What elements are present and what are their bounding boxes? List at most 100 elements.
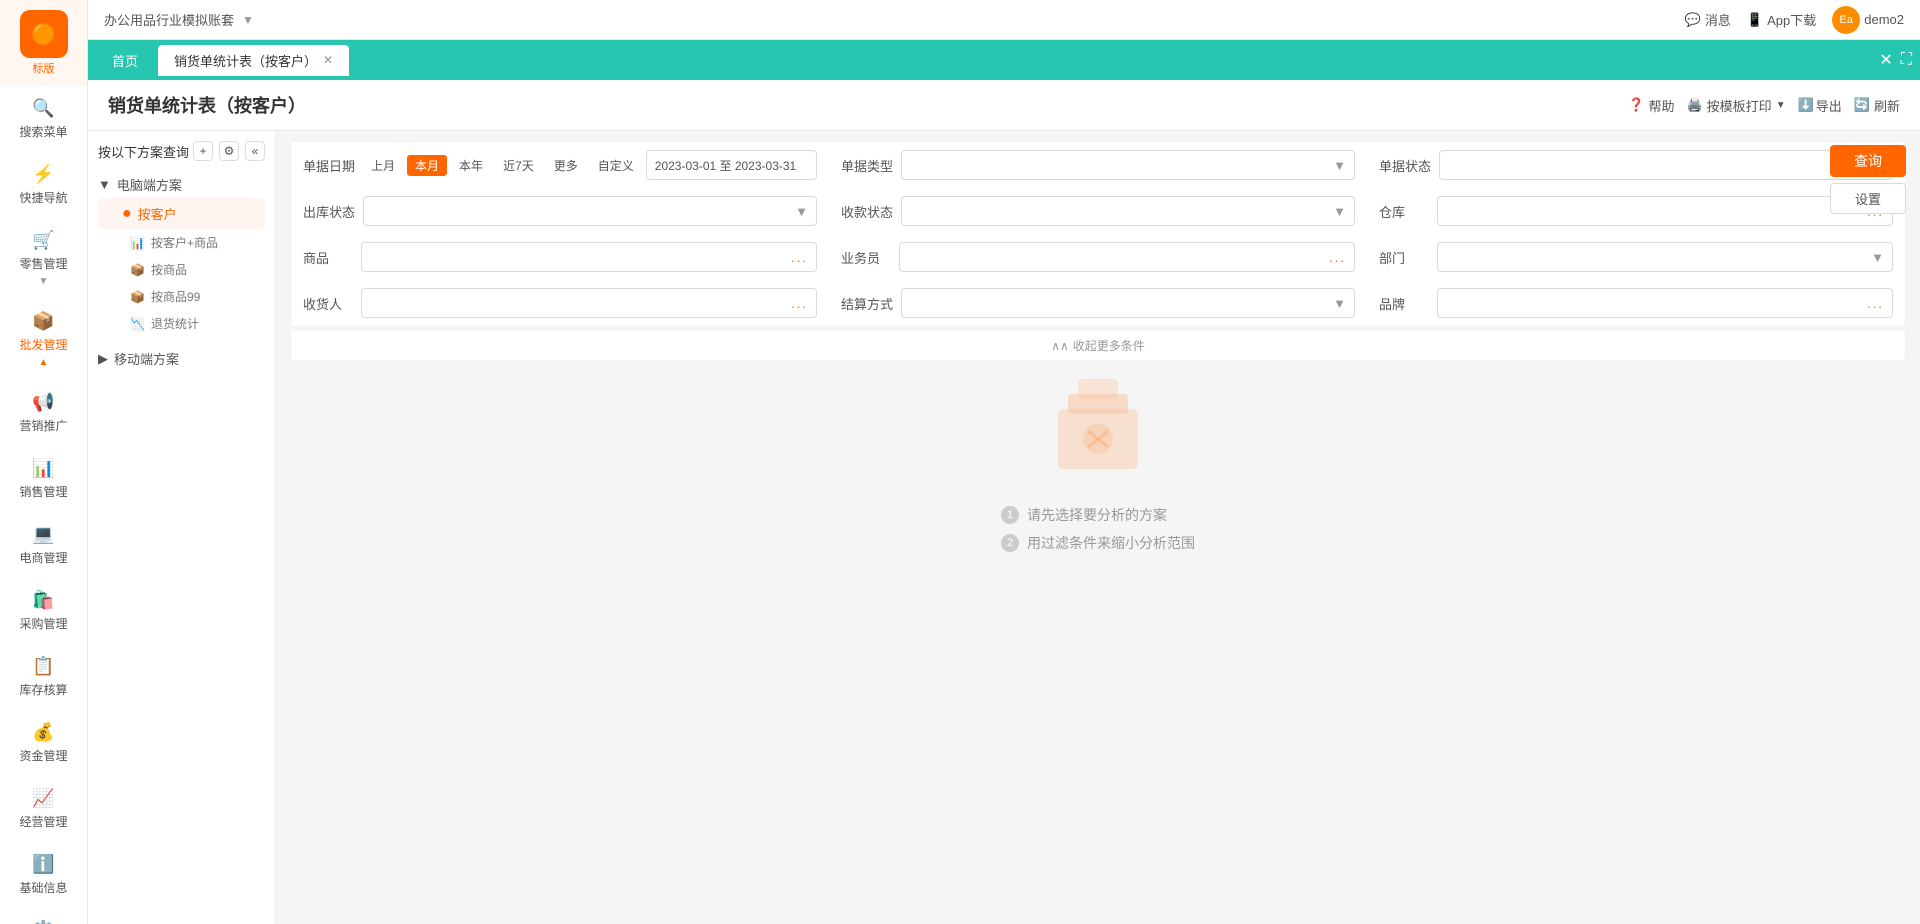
sidebar-item-label: 零售管理 xyxy=(19,255,67,272)
user-menu[interactable]: Ea demo2 xyxy=(1832,6,1904,34)
print-button[interactable]: 🖨️ 按模板打印 ▼ xyxy=(1686,96,1785,115)
chevron-down-icon: ▼ xyxy=(39,276,49,287)
salesperson-dots[interactable]: ... xyxy=(1329,250,1346,265)
topbar-right: 💬 消息 📱 App下载 Ea demo2 xyxy=(1685,6,1904,34)
sidebar-item-quicknav[interactable]: ⚡ 快捷导航 xyxy=(0,152,87,218)
page-actions: ❓ 帮助 🖨️ 按模板打印 ▼ ⬇️ 导出 🔄 刷新 xyxy=(1628,96,1900,127)
sidebar-item-retail[interactable]: 🛒 零售管理 ▼ xyxy=(0,218,87,299)
search-icon: 🔍 xyxy=(32,98,54,119)
username: demo2 xyxy=(1864,12,1904,27)
scheme-group-pc-title[interactable]: ▼ 电脑端方案 xyxy=(98,171,265,198)
sidebar-item-operations[interactable]: 📈 经营管理 xyxy=(0,776,87,842)
doctype-select[interactable]: ▼ xyxy=(901,150,1355,180)
date-pill-7days[interactable]: 近7天 xyxy=(495,155,542,176)
print-icon: 🖨️ xyxy=(1686,97,1702,113)
maximize-icon[interactable]: ⛶ xyxy=(1901,51,1912,69)
refresh-button[interactable]: 🔄 刷新 xyxy=(1854,96,1900,115)
scheme-header: 按以下方案查询 + ⚙ « xyxy=(98,141,265,161)
export-button[interactable]: ⬇️ 导出 xyxy=(1798,96,1842,115)
filter-cell-recvstatus: 收款状态 ▼ xyxy=(829,188,1367,234)
topbar-dropdown-icon[interactable]: ▼ xyxy=(242,13,254,27)
dept-select[interactable]: ▼ xyxy=(1437,242,1893,272)
scheme-subitem-label: 退货统计 xyxy=(151,315,199,332)
tip-text-2: 用过滤条件来缩小分析范围 xyxy=(1027,533,1195,553)
filter-cell-date: 单据日期 上月 本月 本年 近7天 更多 自定义 2023-03-01 至 20… xyxy=(291,142,829,188)
outstatus-arrow: ▼ xyxy=(795,204,808,219)
date-pill-custom[interactable]: 自定义 xyxy=(590,155,642,176)
warehouse-select[interactable]: ... xyxy=(1437,196,1893,226)
message-icon: 💬 xyxy=(1685,12,1701,28)
goods-select[interactable]: ... xyxy=(361,242,817,272)
date-pill-lastmonth[interactable]: 上月 xyxy=(363,155,403,176)
close-window-icon[interactable]: ✕ xyxy=(1879,50,1892,70)
main-area: 办公用品行业模拟账套 ▼ 💬 消息 📱 App下载 Ea demo2 首页 xyxy=(88,0,1920,924)
print-label: 按模板打印 xyxy=(1707,96,1772,115)
sidebar-item-basic[interactable]: ℹ️ 基础信息 xyxy=(0,842,87,908)
settle-select[interactable]: ▼ xyxy=(901,288,1355,318)
date-pill-thismonth[interactable]: 本月 xyxy=(407,155,447,176)
scheme-subitem-customer-goods[interactable]: 📊 按客户+商品 xyxy=(98,229,265,256)
date-filter-control: 上月 本月 本年 近7天 更多 自定义 2023-03-01 至 2023-03… xyxy=(363,150,817,180)
scheme-collapse-button[interactable]: « xyxy=(245,141,265,161)
scheme-group-mobile-title[interactable]: ▶ 移动端方案 xyxy=(98,345,265,372)
sidebar-item-label: 电商管理 xyxy=(19,549,67,566)
query-button[interactable]: 查询 xyxy=(1830,145,1906,177)
filter-cell-consignee: 收货人 ... xyxy=(291,280,829,326)
goods-dots[interactable]: ... xyxy=(791,250,808,265)
recvstatus-select[interactable]: ▼ xyxy=(901,196,1355,226)
scheme-add-button[interactable]: + xyxy=(193,141,213,161)
triangle-icon: ▼ xyxy=(98,177,111,192)
sidebar-item-sales[interactable]: 📊 销售管理 xyxy=(0,446,87,512)
help-button[interactable]: ❓ 帮助 xyxy=(1628,96,1674,115)
topbar: 办公用品行业模拟账套 ▼ 💬 消息 📱 App下载 Ea demo2 xyxy=(88,0,1920,40)
scheme-subitem-goods[interactable]: 📦 按商品 xyxy=(98,256,265,283)
salesperson-select[interactable]: ... xyxy=(899,242,1355,272)
logo: 🟠 标版 xyxy=(0,0,87,86)
scheme-settings-button[interactable]: ⚙ xyxy=(219,141,239,161)
collapse-button[interactable]: ∧∧ 收起更多条件 xyxy=(1051,337,1145,354)
scheme-subitem-returns[interactable]: 📉 退货统计 xyxy=(98,310,265,337)
tab-sales-stats-label: 销货单统计表（按客户） xyxy=(174,51,317,70)
scheme-item-customer[interactable]: ● 按客户 xyxy=(98,198,265,229)
sidebar-item-search[interactable]: 🔍 搜索菜单 xyxy=(0,86,87,152)
docstatus-select[interactable]: ▼ xyxy=(1439,150,1893,180)
avatar: Ea xyxy=(1832,6,1860,34)
salesperson-label: 业务员 xyxy=(841,248,891,267)
sidebar-item-inventory[interactable]: 📋 库存核算 xyxy=(0,644,87,710)
date-pill-more[interactable]: 更多 xyxy=(546,155,586,176)
date-range-input[interactable]: 2023-03-01 至 2023-03-31 xyxy=(646,150,817,180)
sidebar-item-purchase[interactable]: 🛍️ 采购管理 xyxy=(0,578,87,644)
tab-close-icon[interactable]: ✕ xyxy=(323,53,333,67)
consignee-select[interactable]: ... xyxy=(361,288,817,318)
consignee-dots[interactable]: ... xyxy=(791,296,808,311)
sidebar-item-label: 经营管理 xyxy=(19,813,67,830)
page-content: 销货单统计表（按客户） ❓ 帮助 🖨️ 按模板打印 ▼ ⬇️ 导出 🔄 刷新 xyxy=(88,80,1920,924)
finance-icon: 💰 xyxy=(32,722,54,743)
tab-sales-stats[interactable]: 销货单统计表（按客户） ✕ xyxy=(158,45,349,76)
empty-tips: 1 请先选择要分析的方案 2 用过滤条件来缩小分析范围 xyxy=(1001,505,1195,553)
tab-home[interactable]: 首页 xyxy=(96,45,154,76)
filter-cell-brand: 品牌 ... xyxy=(1367,280,1905,326)
message-button[interactable]: 💬 消息 xyxy=(1685,10,1731,29)
print-arrow-icon: ▼ xyxy=(1776,100,1786,111)
sidebar-item-system[interactable]: ⚙️ 系统管理 xyxy=(0,908,87,924)
settings-button[interactable]: 设置 xyxy=(1830,183,1906,214)
date-pill-thisyear[interactable]: 本年 xyxy=(451,155,491,176)
returns-icon: 📉 xyxy=(130,317,145,331)
sidebar-item-ecommerce[interactable]: 💻 电商管理 xyxy=(0,512,87,578)
sidebar-item-label: 快捷导航 xyxy=(19,189,67,206)
outstatus-select[interactable]: ▼ xyxy=(363,196,817,226)
tip-number-1: 1 xyxy=(1001,506,1019,524)
sidebar-item-label: 资金管理 xyxy=(19,747,67,764)
sidebar-item-wholesale[interactable]: 📦 批发管理 ▲ xyxy=(0,299,87,380)
sidebar-item-finance[interactable]: 💰 资金管理 xyxy=(0,710,87,776)
topbar-left: 办公用品行业模拟账套 ▼ xyxy=(104,10,254,29)
retail-icon: 🛒 xyxy=(32,230,54,251)
scheme-subitem-goods99[interactable]: 📦 按商品99 xyxy=(98,283,265,310)
sidebar-item-marketing[interactable]: 📢 营销推广 xyxy=(0,380,87,446)
recvstatus-arrow: ▼ xyxy=(1333,204,1346,219)
app-download-button[interactable]: 📱 App下载 xyxy=(1747,10,1816,29)
chevron-up-icon: ▲ xyxy=(39,357,49,368)
brand-dots[interactable]: ... xyxy=(1867,296,1884,311)
brand-select[interactable]: ... xyxy=(1437,288,1893,318)
